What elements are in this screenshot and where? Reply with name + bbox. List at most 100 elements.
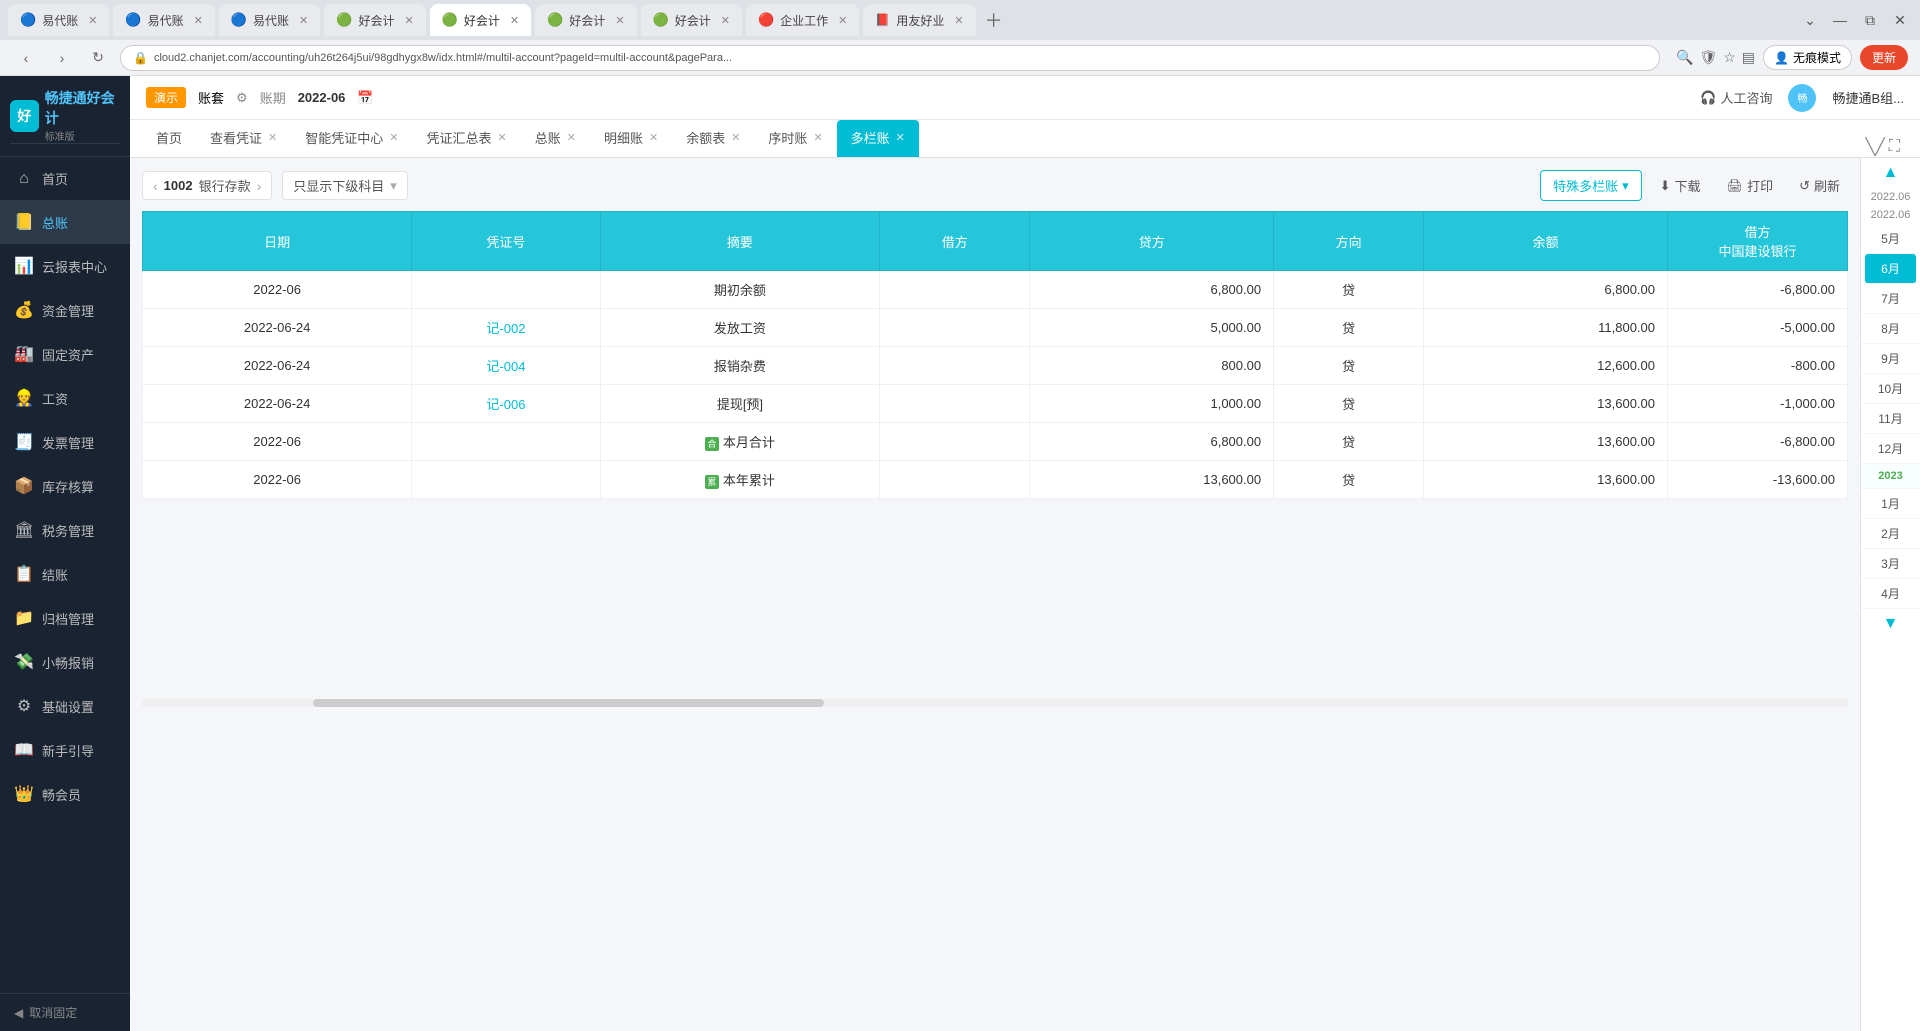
tab-close-6[interactable]: ✕	[615, 14, 624, 27]
browser-tab-7[interactable]: 🟢 好会计 ✕	[641, 4, 742, 36]
month-item-5[interactable]: 5月	[1861, 224, 1920, 254]
tab-balance-table-close[interactable]: ✕	[731, 131, 740, 144]
sidebar-item-close[interactable]: 📋 结账	[0, 552, 130, 596]
month-item-2[interactable]: 2月	[1861, 519, 1920, 549]
month-item-7[interactable]: 7月	[1861, 284, 1920, 314]
filter-select[interactable]: 只显示下级科目 ▾	[282, 171, 408, 200]
forward-button[interactable]: ›	[48, 44, 76, 72]
sidebar-collapse-button[interactable]: ◀ 取消固定	[0, 993, 130, 1031]
browser-tab-2[interactable]: 🔵 易代账 ✕	[113, 4, 214, 36]
tab-close-4[interactable]: ✕	[404, 14, 413, 27]
sidebar-item-settings[interactable]: ⚙ 基础设置	[0, 684, 130, 728]
address-bar[interactable]: 🔒 cloud2.chanjet.com/accounting/uh26t264…	[120, 45, 1660, 71]
horizontal-scrollbar[interactable]	[142, 699, 1848, 707]
sidebar-item-label-inventory: 库存核算	[42, 477, 94, 496]
sidebar-item-ledger[interactable]: 📒 总账	[0, 200, 130, 244]
month-item-11[interactable]: 11月	[1861, 404, 1920, 434]
month-item-12[interactable]: 12月	[1861, 434, 1920, 464]
voucher-link[interactable]: 记-002	[486, 321, 525, 336]
month-item-9[interactable]: 9月	[1861, 344, 1920, 374]
sidebar-item-salary[interactable]: 👷 工资	[0, 376, 130, 420]
browser-tab-5[interactable]: 🟢 好会计 ✕	[430, 4, 531, 36]
tab-close-9[interactable]: ✕	[954, 14, 963, 27]
tab-smart-voucher[interactable]: 智能凭证中心 ✕	[291, 120, 412, 157]
browser-tab-1[interactable]: 🔵 易代账 ✕	[8, 4, 109, 36]
tab-close-8[interactable]: ✕	[838, 14, 847, 27]
reload-button[interactable]: ↻	[84, 44, 112, 72]
download-button[interactable]: ⬇ 下载	[1652, 172, 1709, 199]
tab-detail-ledger[interactable]: 明细账 ✕	[590, 120, 672, 157]
shield-icon[interactable]: 🛡	[1699, 49, 1717, 66]
restore-button[interactable]: ⧉	[1858, 8, 1882, 32]
browser-tab-8[interactable]: 🔴 企业工作 ✕	[746, 4, 859, 36]
month-item-8[interactable]: 8月	[1861, 314, 1920, 344]
sidebar-item-assets[interactable]: 🏭 固定资产	[0, 332, 130, 376]
print-button[interactable]: 🖨 打印	[1719, 172, 1782, 199]
sidebar-item-tax[interactable]: 🏛 税务管理	[0, 508, 130, 552]
browser-tab-6[interactable]: 🟢 好会计 ✕	[535, 4, 636, 36]
panel-expand-icon[interactable]: ⛶	[1889, 138, 1900, 156]
tab-list-button[interactable]: ⌄	[1798, 8, 1822, 32]
sidebar-item-archive[interactable]: 📁 归档管理	[0, 596, 130, 640]
tab-smart-voucher-close[interactable]: ✕	[389, 131, 398, 144]
tab-balance-table[interactable]: 余额表 ✕	[672, 120, 754, 157]
multi-col-button[interactable]: 特殊多栏账 ▾	[1540, 170, 1642, 201]
tab-close-2[interactable]: ✕	[194, 14, 203, 27]
sidebar-item-expense[interactable]: 💸 小畅报销	[0, 640, 130, 684]
tab-general-ledger-close[interactable]: ✕	[567, 131, 576, 144]
refresh-button[interactable]: ↺ 刷新	[1791, 172, 1848, 199]
voucher-link[interactable]: 记-006	[486, 397, 525, 412]
sidebar-item-home[interactable]: ⌂ 首页	[0, 157, 130, 200]
tab-sequence-ledger-close[interactable]: ✕	[813, 131, 822, 144]
tab-close-5[interactable]: ✕	[510, 14, 519, 27]
consult-button[interactable]: 🎧 人工咨询	[1700, 88, 1772, 107]
tab-view-voucher[interactable]: 查看凭证 ✕	[196, 120, 291, 157]
prev-account-button[interactable]: ‹	[153, 178, 158, 194]
tab-view-voucher-close[interactable]: ✕	[268, 131, 277, 144]
month-item-6[interactable]: 6月	[1865, 254, 1916, 284]
next-account-button[interactable]: ›	[257, 178, 262, 194]
tab-detail-ledger-close[interactable]: ✕	[649, 131, 658, 144]
calendar-icon[interactable]: 📅	[357, 90, 373, 106]
tab-close-1[interactable]: ✕	[88, 14, 97, 27]
tab-home[interactable]: 首页	[142, 120, 196, 157]
browser-tab-9[interactable]: 📕 用友好业 ✕	[863, 4, 975, 36]
settings-icon-topbar[interactable]: ⚙	[236, 90, 248, 106]
tab-close-3[interactable]: ✕	[299, 14, 308, 27]
sidebar-item-invoice[interactable]: 🧾 发票管理	[0, 420, 130, 464]
update-button[interactable]: 更新	[1860, 45, 1908, 70]
tab-voucher-summary-close[interactable]: ✕	[498, 131, 507, 144]
browser-tab-4[interactable]: 🟢 好会计 ✕	[324, 4, 425, 36]
sidebar-toggle-icon[interactable]: ▤	[1742, 49, 1755, 66]
sidebar-item-fund[interactable]: 💰 资金管理	[0, 288, 130, 332]
month-item-10[interactable]: 10月	[1861, 374, 1920, 404]
star-icon[interactable]: ☆	[1723, 49, 1736, 66]
voucher-link[interactable]: 记-004	[486, 359, 525, 374]
tab-sequence-ledger[interactable]: 序时账 ✕	[754, 120, 836, 157]
sidebar-item-inventory[interactable]: 📦 库存核算	[0, 464, 130, 508]
month-item-3[interactable]: 3月	[1861, 549, 1920, 579]
tab-close-7[interactable]: ✕	[721, 14, 730, 27]
month-scroll-down[interactable]: ▼	[1861, 609, 1920, 639]
no-trace-button[interactable]: 👤 无痕模式	[1763, 45, 1852, 70]
month-item-1[interactable]: 1月	[1861, 489, 1920, 519]
tab-multi-col[interactable]: 多栏账 ✕	[837, 120, 919, 157]
user-avatar[interactable]: 畅	[1788, 84, 1816, 112]
month-item-4[interactable]: 4月	[1861, 579, 1920, 609]
search-icon[interactable]: 🔍	[1676, 49, 1693, 66]
minimize-button[interactable]: —	[1828, 8, 1852, 32]
month-scroll-up[interactable]: ▲	[1861, 158, 1920, 188]
panel-close-icon[interactable]: ╲╱	[1866, 137, 1885, 157]
close-window-button[interactable]: ✕	[1888, 8, 1912, 32]
back-button[interactable]: ‹	[12, 44, 40, 72]
browser-tab-3[interactable]: 🔵 易代账 ✕	[219, 4, 320, 36]
sidebar-item-report[interactable]: 📊 云报表中心	[0, 244, 130, 288]
tab-voucher-summary[interactable]: 凭证汇总表 ✕	[412, 120, 520, 157]
sidebar-item-vip[interactable]: 👑 畅会员	[0, 772, 130, 816]
new-tab-button[interactable]: ＋	[980, 6, 1008, 34]
tab-general-ledger[interactable]: 总账 ✕	[521, 120, 590, 157]
account-name: 银行存款	[199, 176, 251, 195]
tab-multi-col-close[interactable]: ✕	[896, 131, 905, 144]
scroll-thumb[interactable]	[313, 699, 825, 707]
sidebar-item-guide[interactable]: 📖 新手引导	[0, 728, 130, 772]
